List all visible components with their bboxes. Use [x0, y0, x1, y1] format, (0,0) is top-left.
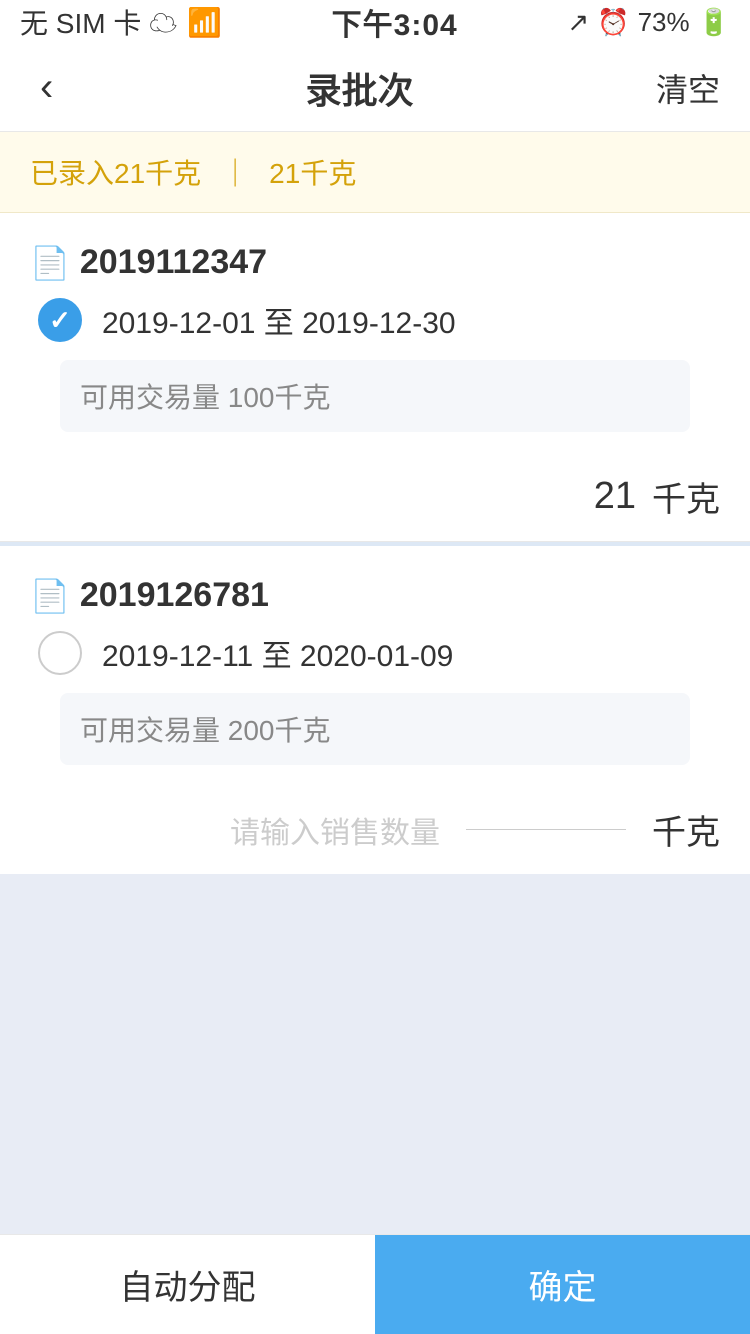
batch-2-qty-wrapper: 可用交易量 200千克	[30, 693, 720, 785]
battery-percentage: 73%	[638, 7, 690, 38]
status-bar: 无 SIM 卡 ☁ 📶 下午3:04 ↗ ⏰ 73% 🔋	[0, 0, 750, 44]
bottom-buttons: 自动分配 确定	[0, 1234, 750, 1334]
info-banner: 已录入21千克 ｜ 21千克	[0, 132, 750, 213]
banner-divider: ｜	[221, 152, 249, 192]
status-right: ↗ ⏰ 73% 🔋	[567, 7, 730, 38]
batch-2-unit: 千克	[652, 805, 720, 854]
auto-distribute-button[interactable]: 自动分配	[0, 1235, 375, 1334]
batch-2-available-qty: 可用交易量 200千克	[80, 715, 331, 746]
nav-bar: ‹ 录批次 清空	[0, 44, 750, 132]
batch-1-header: 📄 2019112347	[30, 243, 720, 282]
batch-1-checkbox[interactable]	[38, 298, 82, 342]
batch-1-id: 2019112347	[80, 243, 267, 282]
batch-2-input-placeholder: 请输入销售数量	[230, 808, 440, 852]
batch-2-date: 2019-12-11 至 2020-01-09	[102, 631, 453, 675]
alarm-icon: ⏰	[597, 7, 629, 38]
auto-distribute-label: 自动分配	[120, 1260, 256, 1309]
batch-1-qty-box: 可用交易量 100千克	[60, 360, 690, 432]
batch-2-checkbox[interactable]	[38, 631, 82, 675]
batch-1-date: 2019-12-01 至 2019-12-30	[102, 298, 456, 342]
wifi-icon: 📶	[187, 6, 222, 39]
batch-1-available-qty: 可用交易量 100千克	[80, 382, 331, 413]
clear-button[interactable]: 清空	[656, 65, 720, 111]
batch-2-header: 📄 2019126781	[30, 576, 720, 615]
batch-item-1: 📄 2019112347 2019-12-01 至 2019-12-30 可用交…	[0, 213, 750, 452]
batch-1-qty-wrapper: 可用交易量 100千克	[30, 360, 720, 452]
batch-card-2: 📄 2019126781 2019-12-11 至 2020-01-09 可用交…	[0, 546, 750, 874]
batch-2-id: 2019126781	[80, 576, 269, 615]
batch-2-doc-icon: 📄	[30, 577, 70, 615]
batch-2-date-row: 2019-12-11 至 2020-01-09	[30, 631, 720, 675]
batch-card-1: 📄 2019112347 2019-12-01 至 2019-12-30 可用交…	[0, 213, 750, 542]
status-left: 无 SIM 卡 ☁ 📶	[20, 2, 222, 42]
batch-2-input-row: 请输入销售数量 千克	[0, 785, 750, 874]
batch-2-qty-box: 可用交易量 200千克	[60, 693, 690, 765]
recorded-qty-value: 21千克	[269, 152, 356, 192]
status-time: 下午3:04	[332, 0, 458, 44]
back-button[interactable]: ‹	[30, 55, 63, 120]
batch-1-unit: 千克	[652, 472, 720, 521]
sim-label: 无 SIM 卡 ☁	[20, 2, 177, 42]
recorded-qty-label: 已录入21千克	[30, 152, 201, 192]
batch-1-input-row: 21 千克	[0, 452, 750, 542]
location-icon: ↗	[567, 7, 589, 38]
battery-icon: 🔋	[698, 7, 730, 38]
batch-item-2: 📄 2019126781 2019-12-11 至 2020-01-09 可用交…	[0, 546, 750, 785]
batch-1-date-row: 2019-12-01 至 2019-12-30	[30, 298, 720, 342]
page-title: 录批次	[306, 62, 414, 114]
batch-1-input-value: 21	[594, 475, 636, 518]
confirm-button[interactable]: 确定	[375, 1235, 750, 1334]
confirm-label: 确定	[529, 1260, 597, 1309]
batch-1-doc-icon: 📄	[30, 244, 70, 282]
